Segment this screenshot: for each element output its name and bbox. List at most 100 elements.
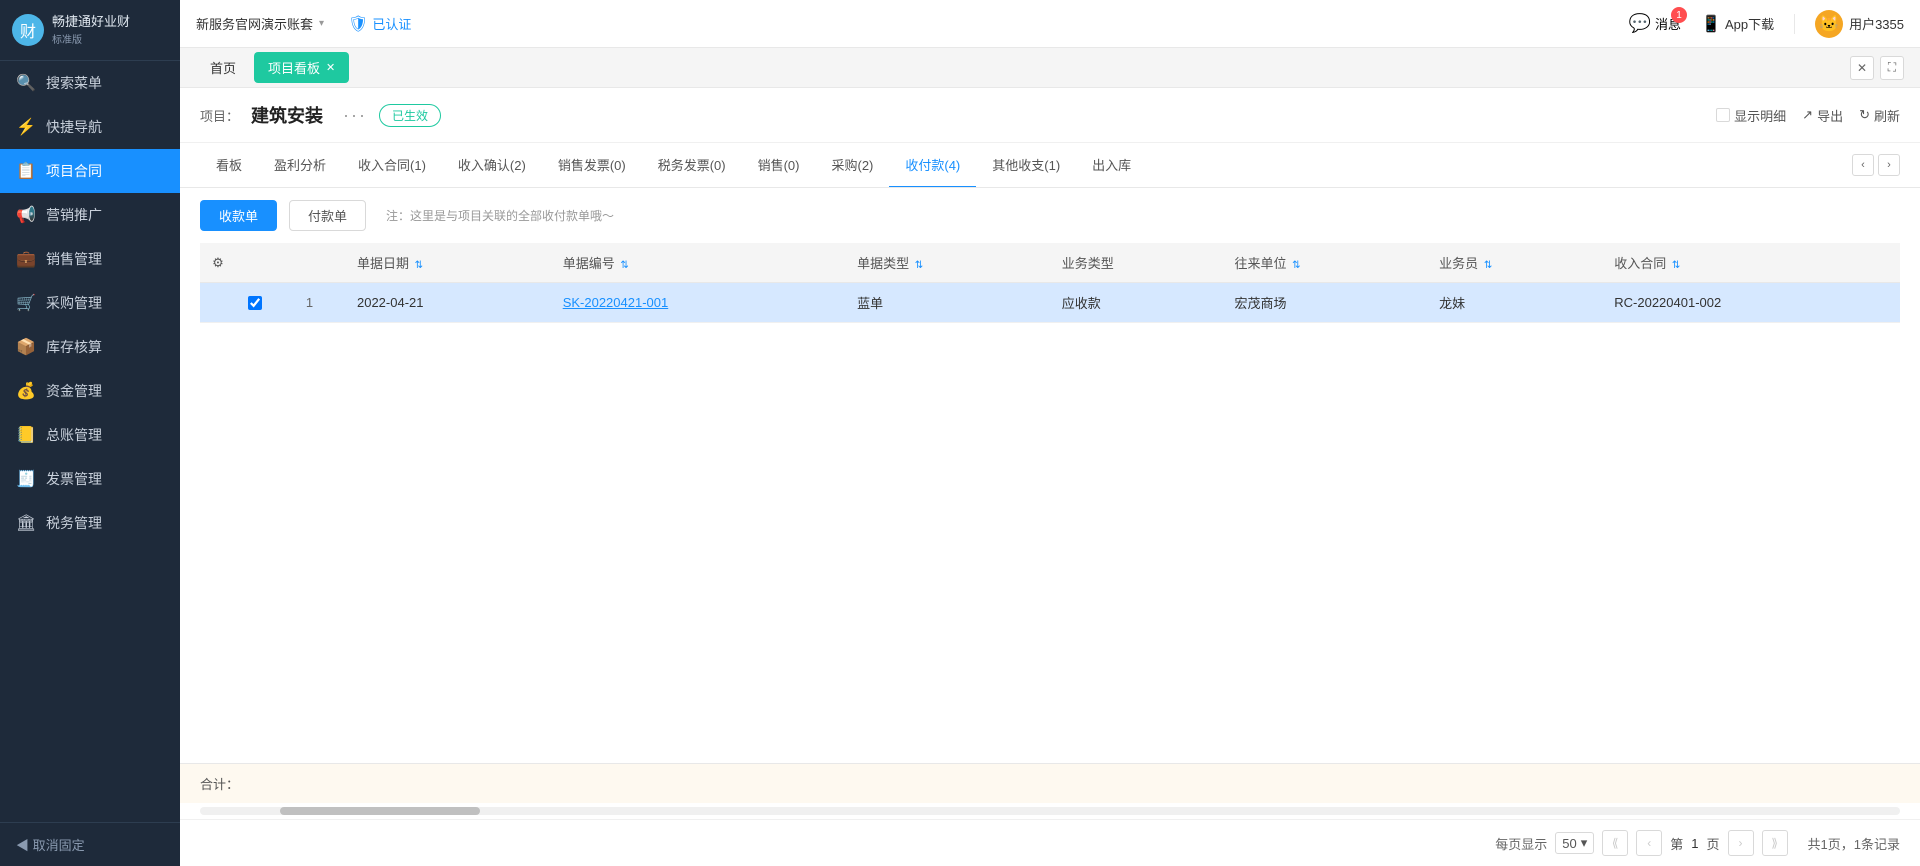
sort-icon-type: ⇅ — [915, 260, 923, 271]
table-header-row: ⚙ 单据日期 ⇅ 单据编号 ⇅ 单据类型 ⇅ — [200, 243, 1900, 283]
message-badge: 1 — [1671, 7, 1687, 23]
refresh-icon: ↻ — [1859, 107, 1870, 123]
sidebar-item-label: 快捷导航 — [46, 117, 102, 137]
table-row[interactable]: 1 2022-04-21 SK-20220421-001 蓝单 应收款 宏茂商场… — [200, 283, 1900, 323]
sidebar-item-inventory[interactable]: 📦 库存核算 — [0, 325, 180, 369]
nav-tab-tax-invoice[interactable]: 税务发票(0) — [642, 143, 742, 188]
col-check — [236, 243, 274, 283]
sidebar-item-tax[interactable]: 🏛 税务管理 — [0, 501, 180, 545]
tab-home-label: 首页 — [210, 58, 236, 77]
sort-icon-partner: ⇅ — [1292, 260, 1300, 271]
scrollbar-thumb[interactable] — [280, 807, 480, 815]
user-menu[interactable]: 🐱 用户3355 — [1815, 10, 1904, 38]
sidebar-item-search[interactable]: 🔍 搜索菜单 — [0, 61, 180, 105]
nav-tab-income-confirm[interactable]: 收入确认(2) — [442, 143, 542, 188]
pagination: 每页显示 50 ▾ ⟪ ‹ 第 1 页 › ⟫ 共1页，1条记录 — [180, 819, 1920, 866]
nav-tab-receipts[interactable]: 收付款(4) — [889, 143, 976, 188]
message-icon: 💬 — [1629, 13, 1651, 34]
page-suffix: 页 — [1707, 834, 1720, 853]
nav-tab-purchase[interactable]: 采购(2) — [815, 143, 889, 188]
sidebar-unpin[interactable]: ◀ 取消固定 — [0, 822, 180, 866]
project-icon: 📋 — [16, 161, 36, 181]
account-selector[interactable]: 新服务官网演示账套 ▾ — [196, 14, 324, 33]
sidebar-item-projectcontract[interactable]: 📋 项目合同 — [0, 149, 180, 193]
more-button[interactable]: ··· — [343, 105, 367, 126]
tab-close-window-button[interactable]: ✕ — [1850, 56, 1874, 80]
per-page-select[interactable]: 50 ▾ — [1555, 832, 1594, 854]
col-gear[interactable]: ⚙ — [200, 243, 236, 283]
topbar-divider — [1794, 14, 1795, 34]
show-detail-label: 显示明细 — [1734, 106, 1786, 125]
row-checkbox-cell[interactable] — [236, 283, 274, 323]
sub-tab-payments[interactable]: 付款单 — [289, 200, 366, 231]
nav-tab-warehouse[interactable]: 出入库 — [1076, 143, 1147, 188]
sidebar-item-purchase[interactable]: 🛒 采购管理 — [0, 281, 180, 325]
sub-tab-receipts[interactable]: 收款单 — [200, 200, 277, 231]
app-download-button[interactable]: 📱 App下载 — [1701, 14, 1774, 34]
tab-project-board-label: 项目看板 — [268, 58, 320, 77]
row-partner: 宏茂商场 — [1223, 283, 1428, 323]
per-page-label: 每页显示 — [1495, 834, 1547, 853]
col-code[interactable]: 单据编号 ⇅ — [551, 243, 845, 283]
sidebar-item-invoice[interactable]: 🧾 发票管理 — [0, 457, 180, 501]
chevron-down-icon: ▾ — [319, 18, 324, 29]
row-salesperson: 龙妹 — [1427, 283, 1602, 323]
tab-close-icon[interactable]: ✕ — [326, 61, 335, 74]
sidebar-item-label: 采购管理 — [46, 293, 102, 313]
nav-tab-sales-invoice[interactable]: 销售发票(0) — [542, 143, 642, 188]
row-code[interactable]: SK-20220421-001 — [551, 283, 845, 323]
sidebar-item-finance[interactable]: 💰 资金管理 — [0, 369, 180, 413]
nav-tab-sales[interactable]: 销售(0) — [742, 143, 816, 188]
inventory-icon: 📦 — [16, 337, 36, 357]
avatar: 🐱 — [1815, 10, 1843, 38]
table-scrollbar-area[interactable] — [180, 803, 1920, 819]
page-first-button[interactable]: ⟪ — [1602, 830, 1628, 856]
nav-prev-arrow[interactable]: ‹ — [1852, 154, 1874, 176]
export-label: 导出 — [1817, 106, 1843, 125]
col-type[interactable]: 单据类型 ⇅ — [845, 243, 1050, 283]
row-checkbox[interactable] — [248, 296, 262, 310]
tab-home[interactable]: 首页 — [196, 52, 250, 83]
nav-tab-income-contract[interactable]: 收入合同(1) — [342, 143, 442, 188]
sidebar-item-label: 营销推广 — [46, 205, 102, 225]
project-header: 项目： 建筑安装 ··· 已生效 显示明细 ↗ 导出 ↻ 刷新 — [180, 88, 1920, 143]
col-partner[interactable]: 往来单位 ⇅ — [1223, 243, 1428, 283]
tab-project-board[interactable]: 项目看板 ✕ — [254, 52, 349, 83]
sidebar-item-quicknav[interactable]: ⚡ 快捷导航 — [0, 105, 180, 149]
sort-icon-contract: ⇅ — [1672, 260, 1680, 271]
topbar-right: 💬 消息 1 📱 App下载 🐱 用户3355 — [1629, 10, 1904, 38]
export-button[interactable]: ↗ 导出 — [1802, 106, 1843, 125]
tab-expand-button[interactable]: ⛶ — [1880, 56, 1904, 80]
page-last-button[interactable]: ⟫ — [1762, 830, 1788, 856]
page-next-button[interactable]: › — [1728, 830, 1754, 856]
sidebar-item-marketing[interactable]: 📢 营销推广 — [0, 193, 180, 237]
nav-tab-profit[interactable]: 盈利分析 — [258, 143, 342, 188]
sort-icon-date: ⇅ — [415, 260, 423, 271]
table-total: 合计： — [180, 763, 1920, 803]
table-wrapper: ⚙ 单据日期 ⇅ 单据编号 ⇅ 单据类型 ⇅ — [180, 243, 1920, 763]
sidebar-item-sales[interactable]: 💼 销售管理 — [0, 237, 180, 281]
page-prev-button[interactable]: ‹ — [1636, 830, 1662, 856]
pagination-info: 共1页，1条记录 — [1808, 834, 1900, 853]
row-gear-cell — [200, 283, 236, 323]
show-detail-toggle[interactable]: 显示明细 — [1716, 106, 1786, 125]
nav-tab-other-income[interactable]: 其他收支(1) — [976, 143, 1076, 188]
receipts-table: ⚙ 单据日期 ⇅ 单据编号 ⇅ 单据类型 ⇅ — [200, 243, 1900, 323]
nav-next-arrow[interactable]: › — [1878, 154, 1900, 176]
account-name: 新服务官网演示账套 — [196, 14, 313, 33]
nav-tab-board[interactable]: 看板 — [200, 143, 258, 188]
invoice-icon: 🧾 — [16, 469, 36, 489]
purchase-icon: 🛒 — [16, 293, 36, 313]
sidebar-item-ledger[interactable]: 📒 总账管理 — [0, 413, 180, 457]
col-date[interactable]: 单据日期 ⇅ — [345, 243, 551, 283]
col-biz-type: 业务类型 — [1050, 243, 1223, 283]
sidebar-item-label: 资金管理 — [46, 381, 102, 401]
page-current: 1 — [1691, 836, 1698, 851]
col-contract[interactable]: 收入合同 ⇅ — [1602, 243, 1900, 283]
page-label: 第 — [1670, 834, 1683, 853]
show-detail-checkbox[interactable] — [1716, 108, 1730, 122]
message-button[interactable]: 💬 消息 1 — [1629, 13, 1681, 34]
col-salesperson[interactable]: 业务员 ⇅ — [1427, 243, 1602, 283]
refresh-button[interactable]: ↻ 刷新 — [1859, 106, 1900, 125]
project-actions: 显示明细 ↗ 导出 ↻ 刷新 — [1716, 106, 1900, 125]
